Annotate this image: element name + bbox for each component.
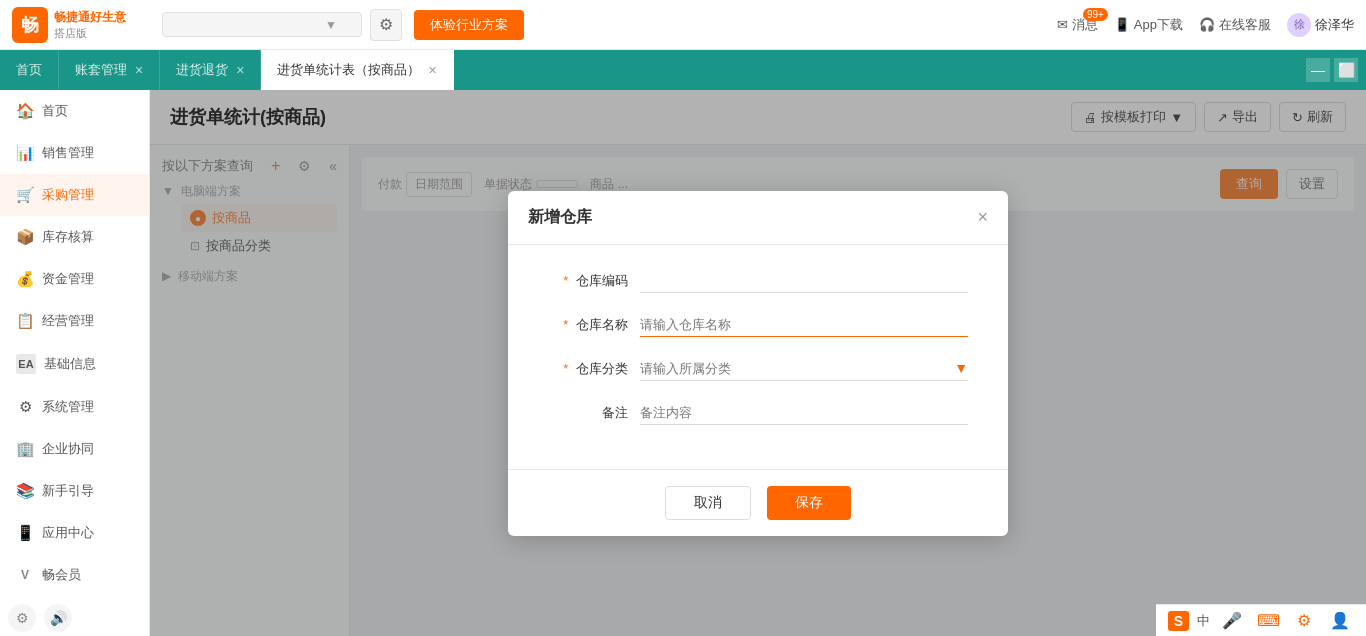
form-row-name: * 仓库名称 bbox=[548, 313, 968, 337]
s-logo: S bbox=[1168, 611, 1189, 631]
tab-home[interactable]: 首页 bbox=[0, 50, 59, 90]
form-row-code: * 仓库编码 04 bbox=[548, 269, 968, 293]
top-bar: 畅 畅捷通好生意 搭店版 日太阳膜 ▼ ⚙ 体验行业方案 ✉ 消息 99+ 📱 … bbox=[0, 0, 1366, 50]
sidebar-item-app-center[interactable]: 📱 应用中心 bbox=[0, 512, 149, 554]
sidebar-bottom: ⚙ 🔊 bbox=[0, 596, 149, 636]
mobile-icon: 📱 bbox=[1114, 17, 1130, 32]
category-label: * 仓库分类 bbox=[548, 360, 628, 378]
bottom-user-icon[interactable]: 👤 bbox=[1326, 607, 1354, 635]
tab-purchase-return[interactable]: 进货退货 × bbox=[160, 50, 261, 90]
finance-icon: 💰 bbox=[16, 270, 34, 288]
tab-maximize-button[interactable]: ⬜ bbox=[1334, 58, 1358, 82]
online-service-button[interactable]: 🎧 在线客服 bbox=[1199, 16, 1271, 34]
category-select[interactable]: ▼ bbox=[640, 357, 968, 381]
modal-overlay[interactable]: 新增仓库 × * 仓库编码 04 bbox=[150, 90, 1366, 636]
enterprise-icon: 🏢 bbox=[16, 440, 34, 458]
message-badge: 99+ bbox=[1083, 8, 1108, 21]
sidebar-item-operations[interactable]: 📋 经营管理 bbox=[0, 300, 149, 342]
settings-button[interactable]: ⚙ bbox=[370, 9, 402, 41]
tab-bar: 首页 账套管理 × 进货退货 × 进货单统计表（按商品） × — ⬜ bbox=[0, 50, 1366, 90]
add-warehouse-dialog: 新增仓库 × * 仓库编码 04 bbox=[508, 191, 1008, 536]
operations-icon: 📋 bbox=[16, 312, 34, 330]
sidebar-item-member[interactable]: V 畅会员 bbox=[0, 554, 149, 596]
system-icon: ⚙ bbox=[16, 398, 34, 416]
tab-purchase-stats[interactable]: 进货单统计表（按商品） × bbox=[261, 50, 453, 90]
trial-button[interactable]: 体验行业方案 bbox=[414, 10, 524, 40]
bottom-settings-icon[interactable]: ⚙ bbox=[1290, 607, 1318, 635]
zh-label: 中 bbox=[1197, 612, 1210, 630]
remark-label: 备注 bbox=[548, 404, 628, 422]
form-row-category: * 仓库分类 ▼ bbox=[548, 357, 968, 381]
sidebar-item-beginner[interactable]: 📚 新手引导 bbox=[0, 470, 149, 512]
dialog-title: 新增仓库 bbox=[528, 207, 592, 228]
logo-icon: 畅 bbox=[12, 7, 48, 43]
sidebar-item-sales[interactable]: 📊 销售管理 bbox=[0, 132, 149, 174]
sidebar-item-purchase[interactable]: 🛒 采购管理 bbox=[0, 174, 149, 216]
code-label: * 仓库编码 bbox=[548, 272, 628, 290]
code-required-mark: * bbox=[563, 273, 568, 288]
close-tab-purchase-return[interactable]: × bbox=[236, 62, 244, 78]
beginner-icon: 📚 bbox=[16, 482, 34, 500]
content-area: 进货单统计(按商品) 🖨 按模板打印 ▼ ↗ 导出 ↻ 刷新 bbox=[150, 90, 1366, 636]
app-download-button[interactable]: 📱 App下载 bbox=[1114, 16, 1183, 34]
avatar: 徐 bbox=[1287, 13, 1311, 37]
cancel-button[interactable]: 取消 bbox=[665, 486, 751, 520]
category-chevron-icon: ▼ bbox=[954, 360, 968, 376]
bottom-bar: S 中 🎤 ⌨ ⚙ 👤 bbox=[1156, 604, 1366, 636]
sidebar-item-home[interactable]: 🏠 首页 bbox=[0, 90, 149, 132]
dialog-footer: 取消 保存 bbox=[508, 469, 1008, 536]
app-center-icon: 📱 bbox=[16, 524, 34, 542]
sidebar-item-basic-info[interactable]: EA 基础信息 bbox=[0, 342, 149, 386]
user-menu[interactable]: 徐 徐泽华 bbox=[1287, 13, 1354, 37]
name-label: * 仓库名称 bbox=[548, 316, 628, 334]
sidebar: 🏠 首页 📊 销售管理 🛒 采购管理 📦 库存核算 💰 资金管理 📋 经营管理 … bbox=[0, 90, 150, 636]
search-dropdown-icon[interactable]: ▼ bbox=[325, 18, 337, 32]
sales-icon: 📊 bbox=[16, 144, 34, 162]
category-required-mark: * bbox=[563, 361, 568, 376]
purchase-icon: 🛒 bbox=[16, 186, 34, 204]
home-icon: 🏠 bbox=[16, 102, 34, 120]
search-input[interactable]: 日太阳膜 bbox=[171, 17, 321, 32]
close-tab-accounts[interactable]: × bbox=[135, 62, 143, 78]
logo-area: 畅 畅捷通好生意 搭店版 bbox=[12, 7, 162, 43]
code-input[interactable]: 04 bbox=[640, 269, 968, 293]
close-tab-purchase-stats[interactable]: × bbox=[428, 62, 436, 78]
dialog-close-button[interactable]: × bbox=[977, 208, 988, 226]
search-area[interactable]: 日太阳膜 ▼ bbox=[162, 12, 362, 37]
save-button[interactable]: 保存 bbox=[767, 486, 851, 520]
form-row-remark: 备注 bbox=[548, 401, 968, 425]
logo-text: 畅捷通好生意 搭店版 bbox=[54, 9, 126, 41]
category-input[interactable] bbox=[640, 357, 954, 380]
member-icon: V bbox=[16, 566, 34, 584]
message-button[interactable]: ✉ 消息 99+ bbox=[1057, 16, 1098, 34]
remark-input[interactable] bbox=[640, 401, 968, 425]
basic-info-icon: EA bbox=[16, 354, 36, 374]
message-icon: ✉ bbox=[1057, 17, 1068, 32]
sidebar-item-system[interactable]: ⚙ 系统管理 bbox=[0, 386, 149, 428]
main-layout: 🏠 首页 📊 销售管理 🛒 采购管理 📦 库存核算 💰 资金管理 📋 经营管理 … bbox=[0, 90, 1366, 636]
dialog-header: 新增仓库 × bbox=[508, 191, 1008, 245]
sidebar-item-enterprise[interactable]: 🏢 企业协同 bbox=[0, 428, 149, 470]
tab-controls: — ⬜ bbox=[1298, 50, 1366, 90]
sidebar-item-finance[interactable]: 💰 资金管理 bbox=[0, 258, 149, 300]
name-input[interactable] bbox=[640, 313, 968, 337]
dialog-body: * 仓库编码 04 * 仓库名称 bbox=[508, 245, 1008, 469]
sidebar-item-inventory[interactable]: 📦 库存核算 bbox=[0, 216, 149, 258]
keyboard-icon[interactable]: ⌨ bbox=[1254, 607, 1282, 635]
headset-icon: 🎧 bbox=[1199, 17, 1215, 32]
sidebar-settings-button[interactable]: ⚙ bbox=[8, 604, 36, 632]
microphone-icon[interactable]: 🎤 bbox=[1218, 607, 1246, 635]
name-required-mark: * bbox=[563, 317, 568, 332]
tab-accounts[interactable]: 账套管理 × bbox=[59, 50, 160, 90]
inventory-icon: 📦 bbox=[16, 228, 34, 246]
tab-minimize-button[interactable]: — bbox=[1306, 58, 1330, 82]
sidebar-volume-button[interactable]: 🔊 bbox=[44, 604, 72, 632]
top-right-actions: ✉ 消息 99+ 📱 App下载 🎧 在线客服 徐 徐泽华 bbox=[1057, 13, 1354, 37]
